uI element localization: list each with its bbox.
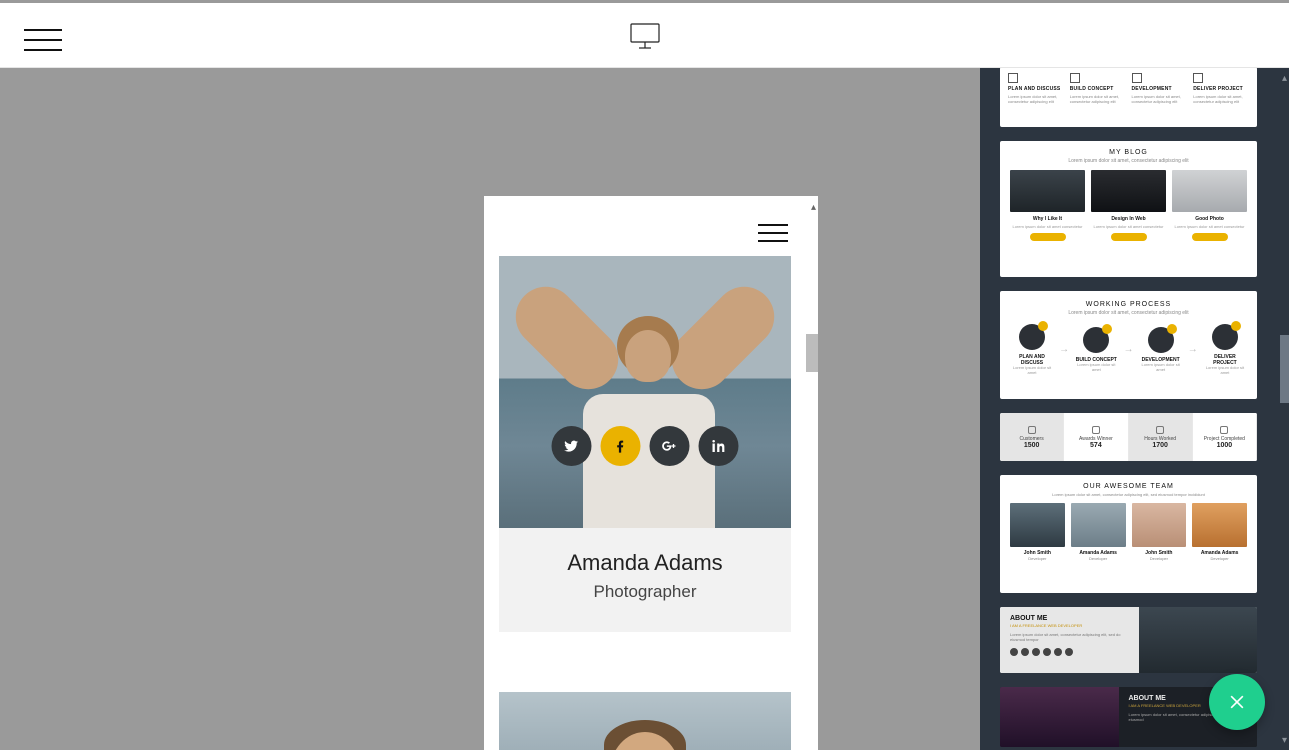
preview-scrollbar-thumb[interactable] xyxy=(806,334,818,372)
panel-scroll-down-icon[interactable]: ▾ xyxy=(1282,735,1287,746)
team-member-role: Photographer xyxy=(509,582,781,602)
team-member-card-next[interactable] xyxy=(499,692,791,750)
twitter-icon[interactable] xyxy=(552,426,592,466)
team-member-name: Amanda Adams xyxy=(509,550,781,576)
site-menu-button[interactable] xyxy=(758,218,788,248)
scroll-up-arrow-icon[interactable]: ▴ xyxy=(811,202,816,213)
block-thumb-features[interactable]: PLAN AND DISCUSSLorem ipsum dolor sit am… xyxy=(1000,67,1257,127)
blocks-list[interactable]: PLAN AND DISCUSSLorem ipsum dolor sit am… xyxy=(980,67,1277,750)
device-preview-icon[interactable] xyxy=(627,21,663,51)
block-thumb-about-light[interactable]: ABOUT ME I AM A FREELANCE WEB DEVELOPER … xyxy=(1000,607,1257,673)
mobile-preview-content: Amanda Adams Photographer xyxy=(484,196,806,750)
block-thumb-blog[interactable]: MY BLOG Lorem ipsum dolor sit amet, cons… xyxy=(1000,141,1257,277)
blocks-panel: Blocks All ▴ ▾ PLAN AND DISCUSSLorem ips… xyxy=(980,3,1289,750)
block-thumb-process[interactable]: WORKING PROCESS Lorem ipsum dolor sit am… xyxy=(1000,291,1257,399)
block-thumb-team[interactable]: OUR AWESOME TEAM Lorem ipsum dolor sit a… xyxy=(1000,475,1257,593)
social-icons-row xyxy=(552,426,739,466)
top-toolbar xyxy=(0,3,1289,68)
panel-scrollbar-thumb[interactable] xyxy=(1280,335,1289,403)
main-menu-button[interactable] xyxy=(24,21,62,51)
google-plus-icon[interactable] xyxy=(650,426,690,466)
panel-scroll-up-icon[interactable]: ▴ xyxy=(1282,73,1287,84)
team-member-photo xyxy=(499,256,791,528)
mobile-preview-frame: ▴ ▾ xyxy=(484,196,818,750)
linkedin-icon[interactable] xyxy=(699,426,739,466)
preview-scrollbar[interactable] xyxy=(806,214,818,750)
block-thumb-stats[interactable]: Customers1500 Awards Winner574 Hours Wor… xyxy=(1000,413,1257,461)
close-panel-button[interactable] xyxy=(1209,674,1265,730)
team-member-card[interactable]: Amanda Adams Photographer xyxy=(499,256,791,632)
facebook-icon[interactable] xyxy=(601,426,641,466)
editor-canvas: ▴ ▾ xyxy=(0,68,980,750)
